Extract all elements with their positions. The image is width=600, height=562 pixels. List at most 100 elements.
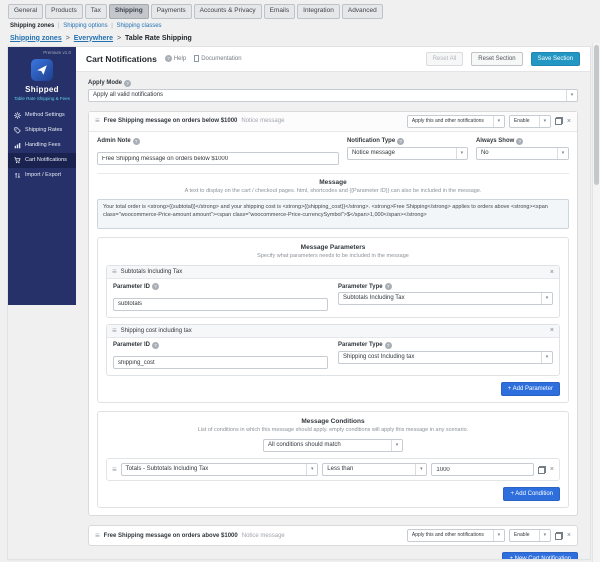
tab-general[interactable]: General — [8, 4, 44, 19]
notification-enable-value: Enable — [513, 532, 530, 538]
parameter-header: ≡ Subtotals Including Tax × — [107, 266, 559, 279]
breadcrumb-shipping-zones[interactable]: Shipping zones — [10, 35, 62, 42]
add-condition-button[interactable]: + Add Condition — [503, 487, 560, 501]
app-logo — [31, 58, 53, 81]
tab-accounts-privacy[interactable]: Accounts & Privacy — [193, 4, 262, 19]
chevron-down-icon: ▾ — [492, 530, 504, 541]
close-icon[interactable]: × — [567, 118, 571, 125]
help-icon[interactable]: ? — [124, 79, 131, 87]
condition-subject-value: Totals - Subtotals Including Tax — [125, 466, 209, 472]
drag-handle-icon[interactable]: ≡ — [95, 117, 100, 125]
drag-handle-icon[interactable]: ≡ — [112, 465, 117, 474]
parameter-id-input[interactable] — [113, 356, 328, 369]
notification-card-2: ≡ Free Shipping message on orders above … — [88, 525, 578, 546]
sidebar-item-shipping-rates[interactable]: Shipping Rates — [8, 123, 76, 138]
drag-handle-icon[interactable]: ≡ — [112, 268, 117, 276]
help-icon[interactable]: ? — [384, 283, 392, 290]
document-icon — [194, 55, 200, 62]
page-title: Cart Notifications — [86, 53, 157, 64]
conditions-match-select[interactable]: All conditions should match ▾ — [263, 439, 403, 452]
chevron-down-icon: ▾ — [541, 351, 552, 363]
subnav-separator: | — [58, 22, 60, 29]
help-link[interactable]: ? Help — [164, 55, 187, 62]
parameter-type-select[interactable]: Subtotals Including Tax ▾ — [338, 292, 553, 305]
close-icon[interactable]: × — [550, 327, 554, 334]
help-icon[interactable]: ? — [516, 137, 524, 145]
always-show-label-text: Always Show — [475, 138, 515, 144]
drag-handle-icon[interactable]: ≡ — [112, 326, 117, 335]
documentation-label: Documentation — [201, 55, 242, 62]
sidebar-item-handling-fees[interactable]: Handling Fees — [8, 138, 76, 153]
duplicate-icon[interactable] — [554, 117, 563, 125]
apply-mode-label-text: Apply Mode — [88, 80, 122, 86]
notification-apply-value: Apply this and other notifications — [411, 532, 484, 538]
settings-tabs: General Products Tax Shipping Payments A… — [0, 0, 600, 19]
shipping-subnav: Shipping zones | Shipping options | Ship… — [0, 19, 600, 29]
subnav-shipping-options[interactable]: Shipping options — [63, 23, 107, 29]
condition-operator-select[interactable]: Less than ▾ — [322, 463, 428, 476]
new-cart-notification-button[interactable]: + New Cart Notification — [502, 552, 578, 559]
tab-integration[interactable]: Integration — [297, 4, 340, 19]
admin-note-input[interactable] — [97, 152, 339, 165]
reset-all-button[interactable]: Reset All — [425, 51, 464, 66]
parameter-id-input[interactable] — [113, 297, 328, 311]
subnav-shipping-zones[interactable]: Shipping zones — [10, 23, 54, 29]
help-icon[interactable]: ? — [384, 341, 392, 349]
message-parameters-section: Message Parameters Specify what paramete… — [97, 237, 569, 403]
tab-tax[interactable]: Tax — [84, 4, 107, 19]
help-icon[interactable]: ? — [152, 283, 160, 290]
notification-enable-select[interactable]: Enable ▾ — [508, 529, 551, 542]
tab-shipping[interactable]: Shipping — [108, 4, 149, 19]
notification-apply-select[interactable]: Apply this and other notifications ▾ — [406, 529, 505, 542]
parameter-name: Subtotals Including Tax — [120, 269, 183, 275]
duplicate-icon[interactable] — [537, 465, 546, 474]
cart-icon — [14, 156, 21, 163]
help-label: Help — [173, 55, 187, 62]
tag-icon — [14, 126, 21, 134]
drag-handle-icon[interactable]: ≡ — [95, 531, 100, 540]
close-icon[interactable]: × — [550, 269, 554, 276]
breadcrumb-separator: > — [117, 34, 122, 42]
tab-products[interactable]: Products — [45, 4, 83, 19]
notification-apply-select[interactable]: Apply this and other notifications ▾ — [406, 114, 505, 128]
parameter-id-label: Parameter ID ? — [113, 283, 328, 290]
sidebar-item-label: Cart Notifications — [25, 157, 67, 163]
main-panel: Cart Notifications ? Help Documentation … — [76, 46, 590, 559]
tab-payments[interactable]: Payments — [150, 4, 192, 19]
parameter-type-select[interactable]: Shipping cost Including tax ▾ — [338, 350, 553, 364]
help-icon[interactable]: ? — [152, 341, 160, 349]
notification-enable-select[interactable]: Enable ▾ — [508, 114, 551, 128]
sidebar-item-cart-notifications[interactable]: Cart Notifications — [8, 152, 76, 168]
notification-type-badge: Notice message — [241, 532, 285, 539]
help-icon[interactable]: ? — [397, 137, 405, 145]
condition-subject-select[interactable]: Totals - Subtotals Including Tax ▾ — [120, 463, 319, 476]
notification-body: Admin Note ? Notification Type ? No — [89, 132, 577, 516]
scrollbar[interactable] — [592, 43, 600, 562]
parameter-type-value: Subtotals Including Tax — [343, 295, 405, 301]
sidebar-item-method-settings[interactable]: Method Settings — [8, 108, 76, 123]
help-icon: ? — [164, 55, 172, 62]
always-show-select[interactable]: No ▾ — [475, 146, 569, 160]
subnav-shipping-classes[interactable]: Shipping classes — [117, 23, 162, 29]
message-textarea[interactable]: Your total order is <strong>{{subtotal}}… — [97, 199, 569, 229]
save-section-button[interactable]: Save Section — [530, 51, 580, 66]
tab-emails[interactable]: Emails — [263, 4, 296, 19]
help-icon[interactable]: ? — [132, 137, 140, 145]
scrollbar-thumb[interactable] — [594, 45, 599, 185]
duplicate-icon[interactable] — [554, 531, 563, 540]
tab-advanced[interactable]: Advanced — [341, 4, 383, 19]
breadcrumb-everywhere[interactable]: Everywhere — [74, 35, 113, 42]
chevron-down-icon: ▾ — [557, 147, 568, 159]
close-icon[interactable]: × — [567, 532, 571, 539]
condition-value-input[interactable] — [431, 463, 534, 476]
always-show-label: Always Show ? — [475, 137, 569, 145]
sidebar-item-import-export[interactable]: Import / Export — [8, 168, 76, 183]
reset-section-button[interactable]: Reset Section — [471, 51, 523, 66]
close-icon[interactable]: × — [550, 466, 554, 473]
parameter-card-1: ≡ Subtotals Including Tax × Parameter ID… — [106, 265, 560, 318]
apply-mode-select[interactable]: Apply all valid notifications ▾ — [88, 88, 578, 102]
notification-title: Free Shipping message on orders above $1… — [103, 532, 238, 539]
notification-type-select[interactable]: Notice message ▾ — [346, 146, 468, 160]
documentation-link[interactable]: Documentation — [194, 55, 242, 62]
add-parameter-button[interactable]: + Add Parameter — [500, 382, 560, 396]
